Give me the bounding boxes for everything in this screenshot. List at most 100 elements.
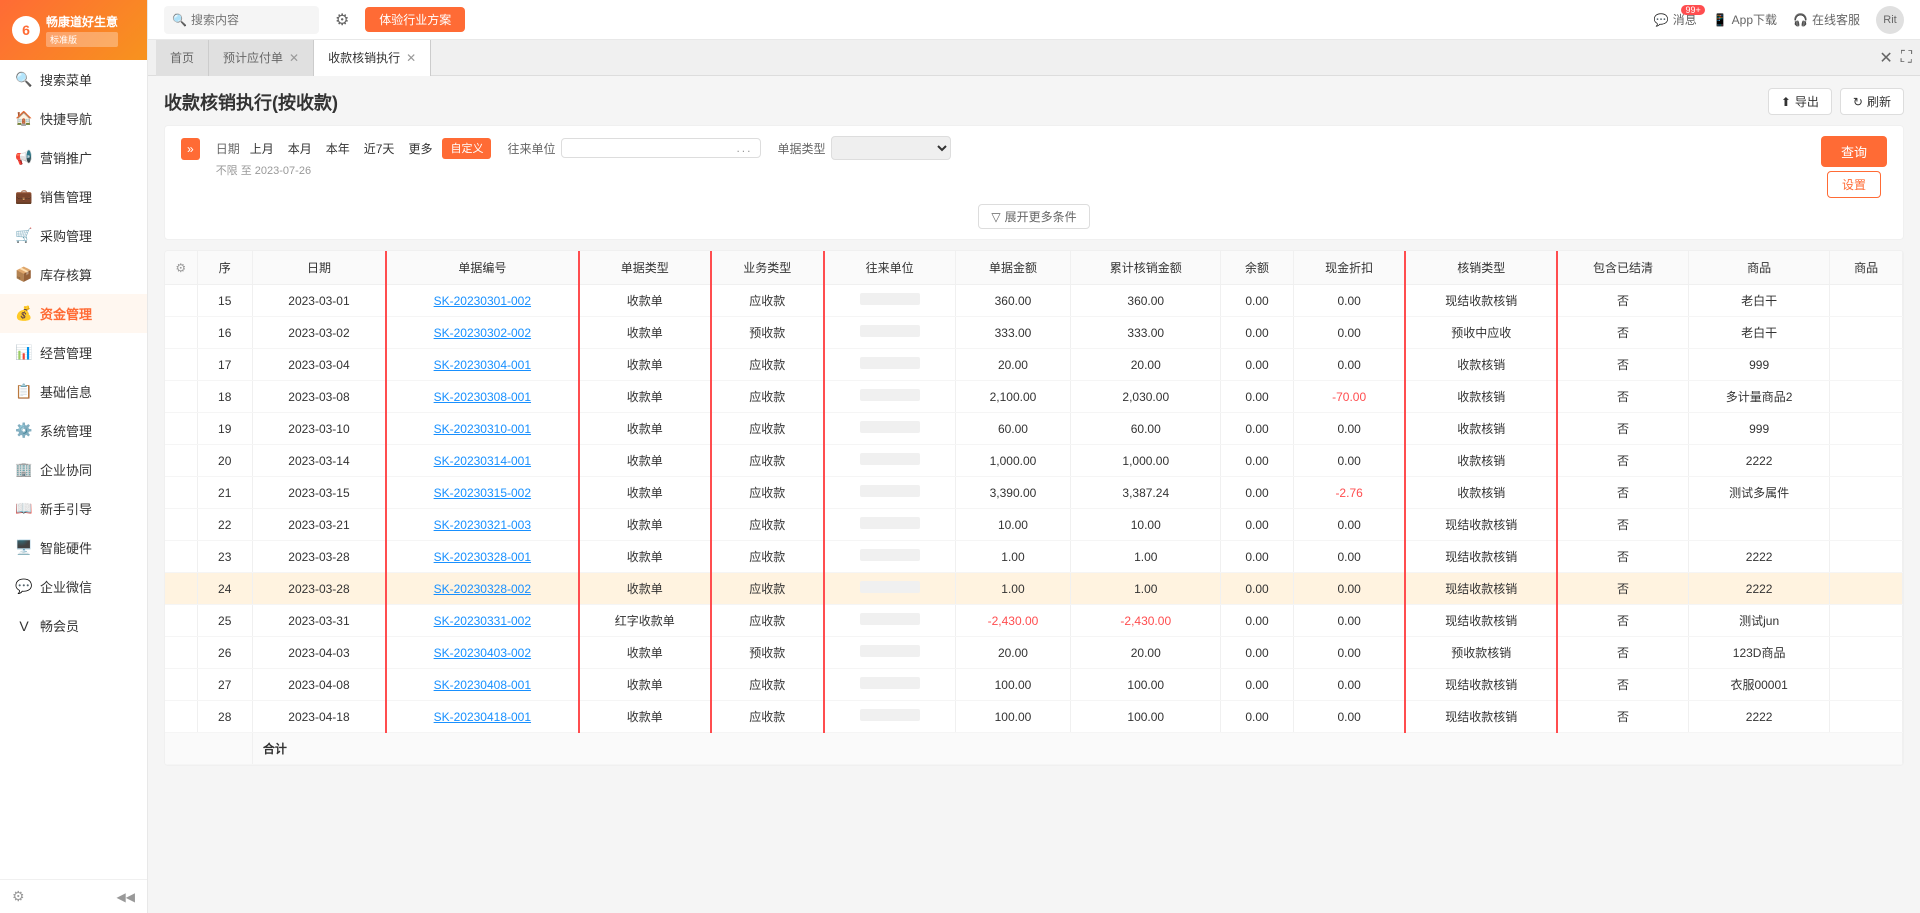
this-month-link[interactable]: 本月: [284, 138, 316, 159]
row-amount: 3,390.00: [955, 477, 1071, 509]
row-doc-no: SK-20230302-002: [386, 317, 579, 349]
row-cumulative: 20.00: [1071, 349, 1221, 381]
doc-no-link[interactable]: SK-20230310-001: [434, 422, 531, 436]
filter-settings-button[interactable]: 设置: [1827, 171, 1881, 198]
sidebar-item-sales[interactable]: 💼销售管理: [0, 177, 147, 216]
doc-no-link[interactable]: SK-20230408-001: [434, 678, 531, 692]
table-settings-col[interactable]: ⚙: [165, 251, 197, 285]
doc-no-link[interactable]: SK-20230328-001: [434, 550, 531, 564]
sidebar-item-purchase[interactable]: 🛒采购管理: [0, 216, 147, 255]
doc-no-link[interactable]: SK-20230314-001: [434, 454, 531, 468]
row-cancel-type: 现结收款核销: [1405, 541, 1557, 573]
doc-no-link[interactable]: SK-20230304-001: [434, 358, 531, 372]
row-cash-discount: 0.00: [1293, 541, 1405, 573]
row-goods: 2222: [1688, 573, 1829, 605]
row-cash-discount: 0.00: [1293, 701, 1405, 733]
user-avatar[interactable]: Rit: [1876, 6, 1904, 34]
tab-advance-payment[interactable]: 预计应付单✕: [209, 40, 314, 76]
sidebar-item-label: 系统管理: [40, 421, 92, 440]
doc-type-select[interactable]: [831, 136, 951, 160]
collapse-icon[interactable]: ◀◀: [117, 890, 135, 904]
row-cancel-type: 收款核销: [1405, 477, 1557, 509]
row-biz-type: 应收款: [711, 573, 824, 605]
tab-close-payment-execution[interactable]: ✕: [406, 51, 416, 65]
this-year-link[interactable]: 本年: [322, 138, 354, 159]
sidebar-item-guide[interactable]: 📖新手引导: [0, 489, 147, 528]
corp-icon: 🏢: [16, 462, 32, 478]
export-button[interactable]: ⬆ 导出: [1768, 88, 1832, 115]
doc-no-link[interactable]: SK-20230308-001: [434, 390, 531, 404]
sidebar-item-hardware[interactable]: 🖥️智能硬件: [0, 528, 147, 567]
sidebar-item-corp[interactable]: 🏢企业协同: [0, 450, 147, 489]
tab-close-advance-payment[interactable]: ✕: [289, 51, 299, 65]
tab-payment-execution[interactable]: 收款核销执行✕: [314, 40, 431, 76]
shortcut-icon: 🏠: [16, 111, 32, 127]
row-include-settled: 否: [1557, 573, 1688, 605]
sidebar-item-marketing[interactable]: 📢营销推广: [0, 138, 147, 177]
app-download-button[interactable]: 📱 App下载: [1713, 11, 1777, 28]
doc-no-link[interactable]: SK-20230321-003: [434, 518, 531, 532]
partner-input[interactable]: [570, 141, 732, 155]
logo-text: 畅康道好生意 标准版: [46, 13, 118, 47]
row-doc-type: 收款单: [579, 477, 711, 509]
row-include-settled: 否: [1557, 477, 1688, 509]
refresh-button[interactable]: ↻ 刷新: [1840, 88, 1904, 115]
last-7-days-link[interactable]: 近7天: [360, 138, 399, 159]
row-cumulative: 1.00: [1071, 573, 1221, 605]
row-partner: [824, 605, 955, 637]
sidebar-item-label: 畅会员: [40, 616, 79, 635]
row-amount: 100.00: [955, 701, 1071, 733]
sidebar-item-system[interactable]: ⚙️系统管理: [0, 411, 147, 450]
row-biz-type: 预收款: [711, 317, 824, 349]
doc-no-link[interactable]: SK-20230328-002: [434, 582, 531, 596]
service-button[interactable]: 🎧 在线客服: [1793, 11, 1860, 28]
table-row: 16 2023-03-02 SK-20230302-002 收款单 预收款 33…: [165, 317, 1903, 349]
sidebar-item-basics[interactable]: 📋基础信息: [0, 372, 147, 411]
sidebar-item-inventory[interactable]: 📦库存核算: [0, 255, 147, 294]
doc-no-link[interactable]: SK-20230301-002: [434, 294, 531, 308]
row-settings: [165, 605, 197, 637]
message-button[interactable]: 💬 消息 99+: [1654, 11, 1697, 28]
row-settings: [165, 669, 197, 701]
date-filter: 日期 上月 本月 本年 近7天 更多 自定义: [216, 138, 492, 159]
sidebar: 6 畅康道好生意 标准版 🔍搜索菜单🏠快捷导航📢营销推广💼销售管理🛒采购管理📦库…: [0, 0, 148, 913]
page-actions: ⬆ 导出 ↻ 刷新: [1768, 88, 1904, 115]
gear-icon[interactable]: ⚙: [335, 10, 349, 30]
search-input[interactable]: [191, 13, 311, 27]
sidebar-item-wechat[interactable]: 💬企业微信: [0, 567, 147, 606]
doc-no-link[interactable]: SK-20230418-001: [434, 710, 531, 724]
partner-filter: 往来单位 ...: [507, 138, 761, 158]
sidebar-item-finance[interactable]: 💰资金管理: [0, 294, 147, 333]
settings-icon[interactable]: ⚙: [12, 888, 25, 905]
sidebar-item-search[interactable]: 🔍搜索菜单: [0, 60, 147, 99]
filter-toggle[interactable]: »: [181, 138, 200, 160]
custom-date-btn[interactable]: 自定义: [442, 138, 491, 159]
row-cancel-type: 收款核销: [1405, 413, 1557, 445]
maximize-button[interactable]: ⛶: [1901, 49, 1912, 67]
doc-no-link[interactable]: SK-20230302-002: [434, 326, 531, 340]
solution-button[interactable]: 体验行业方案: [365, 7, 465, 32]
row-cancel-type: 收款核销: [1405, 445, 1557, 477]
doc-no-link[interactable]: SK-20230403-002: [434, 646, 531, 660]
doc-no-link[interactable]: SK-20230331-002: [434, 614, 531, 628]
row-goods: 衣服00001: [1688, 669, 1829, 701]
more-date-link[interactable]: 更多: [404, 138, 436, 159]
doc-no-link[interactable]: SK-20230315-002: [434, 486, 531, 500]
partner-dots-icon[interactable]: ...: [736, 141, 752, 155]
row-amount: 60.00: [955, 413, 1071, 445]
row-doc-type: 收款单: [579, 381, 711, 413]
row-settings: [165, 317, 197, 349]
row-goods2: [1830, 605, 1903, 637]
tab-home[interactable]: 首页: [156, 40, 209, 76]
query-button[interactable]: 查询: [1821, 136, 1887, 167]
expand-more-button[interactable]: ▽ 展开更多条件: [978, 204, 1089, 229]
last-month-link[interactable]: 上月: [246, 138, 278, 159]
row-amount: 1.00: [955, 573, 1071, 605]
page-title: 收款核销执行(按收款): [164, 89, 338, 115]
row-no: 15: [197, 285, 252, 317]
close-tab-button[interactable]: ✕: [1879, 48, 1892, 68]
sidebar-item-operations[interactable]: 📊经营管理: [0, 333, 147, 372]
sidebar-item-member[interactable]: V畅会员: [0, 606, 147, 645]
sidebar-item-shortcut[interactable]: 🏠快捷导航: [0, 99, 147, 138]
row-no: 21: [197, 477, 252, 509]
